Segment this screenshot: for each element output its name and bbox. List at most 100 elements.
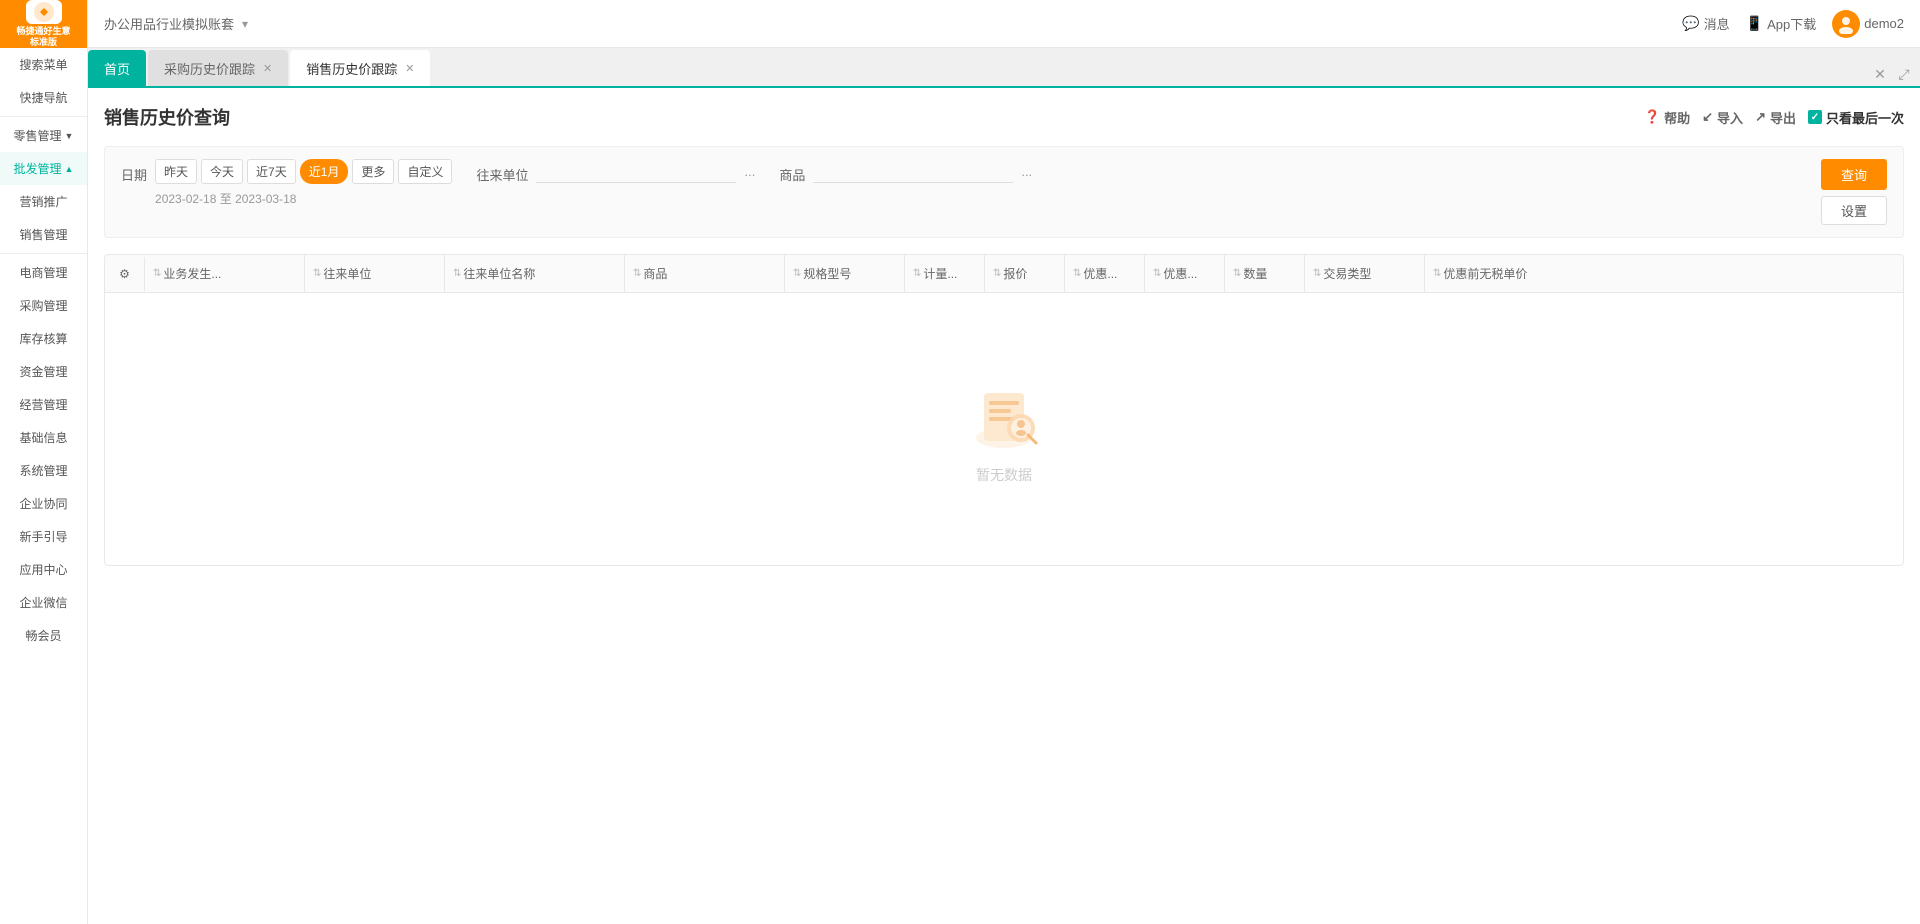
sidebar-item-new-user[interactable]: 新手引导: [0, 520, 87, 553]
avatar-icon: [1836, 14, 1856, 34]
sidebar-item-quick-nav[interactable]: 快捷导航: [0, 81, 87, 114]
date-btn-7days[interactable]: 近7天: [247, 159, 296, 184]
th-gear[interactable]: ⚙: [105, 257, 145, 291]
gear-icon: ⚙: [119, 267, 130, 281]
tab-sales-history-label: 销售历史价跟踪: [306, 59, 397, 78]
header-dropdown-icon[interactable]: ▾: [242, 17, 248, 31]
message-action[interactable]: 💬 消息: [1682, 14, 1729, 33]
only-last-checkbox[interactable]: ✓: [1808, 110, 1822, 124]
top-header: 办公用品行业模拟账套 ▾ 💬 消息 📱 App下载 demo2: [88, 0, 1920, 48]
product-input-group: ...: [813, 159, 1032, 183]
th-pretax-price[interactable]: ⇅ 优惠前无税单价: [1425, 255, 1903, 292]
product-input[interactable]: [813, 159, 1013, 183]
sidebar-item-marketing[interactable]: 营销推广: [0, 185, 87, 218]
th-measure[interactable]: ⇅ 计量...: [905, 255, 985, 292]
sidebar-item-purchase[interactable]: 采购管理: [0, 289, 87, 322]
th-spec-sort-icon: ⇅: [793, 268, 801, 279]
th-business-date[interactable]: ⇅ 业务发生...: [145, 255, 305, 292]
empty-state: 暂无数据: [105, 293, 1903, 565]
settings-button[interactable]: 设置: [1821, 196, 1887, 225]
product-picker-button[interactable]: ...: [1021, 164, 1032, 179]
sidebar-item-app-center[interactable]: 应用中心: [0, 553, 87, 586]
help-action[interactable]: ❓ 帮助: [1644, 108, 1690, 127]
from-unit-input[interactable]: [536, 159, 736, 183]
close-window-button[interactable]: ✕: [1872, 66, 1888, 82]
from-unit-label: 往来单位: [476, 159, 528, 184]
only-last-checkbox-group[interactable]: ✓ 只看最后一次: [1808, 108, 1904, 127]
th-unit-name[interactable]: ⇅ 往来单位名称: [445, 255, 625, 292]
query-button[interactable]: 查询: [1821, 159, 1887, 190]
th-trade-type[interactable]: ⇅ 交易类型: [1305, 255, 1425, 292]
tab-bar: 首页 采购历史价跟踪 ✕ 销售历史价跟踪 ✕ ✕ ⤢: [88, 48, 1920, 88]
app-logo[interactable]: 畅捷通好生意 标准版: [0, 0, 87, 48]
only-last-label: 只看最后一次: [1826, 108, 1904, 127]
export-label: 导出: [1770, 108, 1796, 127]
th-product-label: 商品: [643, 265, 667, 282]
th-price-sort-icon: ⇅: [993, 268, 1001, 279]
sidebar-item-finance[interactable]: 资金管理: [0, 355, 87, 388]
sidebar-item-enterprise-wechat[interactable]: 企业微信: [0, 586, 87, 619]
date-btn-more[interactable]: 更多: [352, 159, 394, 184]
th-product[interactable]: ⇅ 商品: [625, 255, 785, 292]
sidebar-item-member[interactable]: 畅会员: [0, 619, 87, 652]
date-buttons: 昨天 今天 近7天 近1月 更多 自定义: [155, 159, 452, 184]
message-icon: 💬: [1682, 15, 1699, 32]
message-label: 消息: [1704, 14, 1730, 33]
sidebar-item-retail[interactable]: 零售管理 ▼: [0, 119, 87, 152]
import-action[interactable]: ↙ 导入: [1702, 108, 1743, 127]
date-btn-custom[interactable]: 自定义: [398, 159, 452, 184]
maximize-window-button[interactable]: ⤢: [1896, 66, 1912, 82]
app-download-action[interactable]: 📱 App下载: [1746, 14, 1817, 33]
empty-text: 暂无数据: [976, 465, 1032, 485]
unit-picker-button[interactable]: ...: [744, 164, 755, 179]
th-unit-label: 往来单位: [323, 265, 371, 282]
export-action[interactable]: ↗ 导出: [1755, 108, 1796, 127]
th-qty-sort-icon: ⇅: [1233, 268, 1241, 279]
th-spec-label: 规格型号: [803, 265, 851, 282]
divider-1: [0, 116, 87, 117]
th-qty[interactable]: ⇅ 数量: [1225, 255, 1305, 292]
th-trade-type-sort-icon: ⇅: [1313, 268, 1321, 279]
date-filter-group: 日期 昨天 今天 近7天 近1月 更多 自定义 2023-02-18 至 202…: [121, 159, 452, 207]
user-name: demo2: [1864, 16, 1904, 31]
sidebar-item-inventory[interactable]: 库存核算: [0, 322, 87, 355]
sidebar-item-ecommerce[interactable]: 电商管理: [0, 256, 87, 289]
sidebar-item-search[interactable]: 搜索菜单: [0, 48, 87, 81]
th-unit[interactable]: ⇅ 往来单位: [305, 255, 445, 292]
tab-purchase-history-label: 采购历史价跟踪: [164, 59, 255, 78]
sidebar-item-system[interactable]: 系统管理: [0, 454, 87, 487]
sidebar-item-wholesale[interactable]: 批发管理 ▲: [0, 152, 87, 185]
tab-purchase-history[interactable]: 采购历史价跟踪 ✕: [148, 50, 288, 86]
th-price[interactable]: ⇅ 报价: [985, 255, 1065, 292]
header-right: 💬 消息 📱 App下载 demo2: [1682, 10, 1904, 38]
tab-sales-history[interactable]: 销售历史价跟踪 ✕: [290, 50, 430, 86]
th-discount2-sort-icon: ⇅: [1153, 268, 1161, 279]
window-controls: ✕ ⤢: [1872, 66, 1920, 86]
th-measure-label: 计量...: [923, 265, 957, 282]
user-action[interactable]: demo2: [1832, 10, 1904, 38]
th-trade-type-label: 交易类型: [1323, 265, 1371, 282]
th-spec[interactable]: ⇅ 规格型号: [785, 255, 905, 292]
th-price-label: 报价: [1003, 265, 1027, 282]
sidebar-item-enterprise[interactable]: 企业协同: [0, 487, 87, 520]
sidebar-item-operations[interactable]: 经营管理: [0, 388, 87, 421]
sidebar-item-sales-mgmt[interactable]: 销售管理: [0, 218, 87, 251]
help-label: 帮助: [1664, 108, 1690, 127]
th-discount1-sort-icon: ⇅: [1073, 268, 1081, 279]
content-area: 销售历史价查询 ❓ 帮助 ↙ 导入 ↗ 导出 ✓ 只看最后一次: [88, 88, 1920, 924]
th-discount1[interactable]: ⇅ 优惠...: [1065, 255, 1145, 292]
unit-filter-group: 往来单位 ...: [476, 159, 755, 184]
th-measure-sort-icon: ⇅: [913, 268, 921, 279]
divider-2: [0, 253, 87, 254]
date-btn-today[interactable]: 今天: [201, 159, 243, 184]
tab-sales-history-close[interactable]: ✕: [405, 62, 414, 75]
filter-actions: 查询 设置: [1821, 159, 1887, 225]
th-discount1-label: 优惠...: [1083, 265, 1117, 282]
logo-icon: [32, 0, 56, 24]
th-discount2[interactable]: ⇅ 优惠...: [1145, 255, 1225, 292]
sidebar-item-basic-info[interactable]: 基础信息: [0, 421, 87, 454]
date-btn-yesterday[interactable]: 昨天: [155, 159, 197, 184]
date-btn-1month[interactable]: 近1月: [300, 159, 349, 184]
tab-home[interactable]: 首页: [88, 50, 146, 86]
tab-purchase-history-close[interactable]: ✕: [263, 62, 272, 75]
